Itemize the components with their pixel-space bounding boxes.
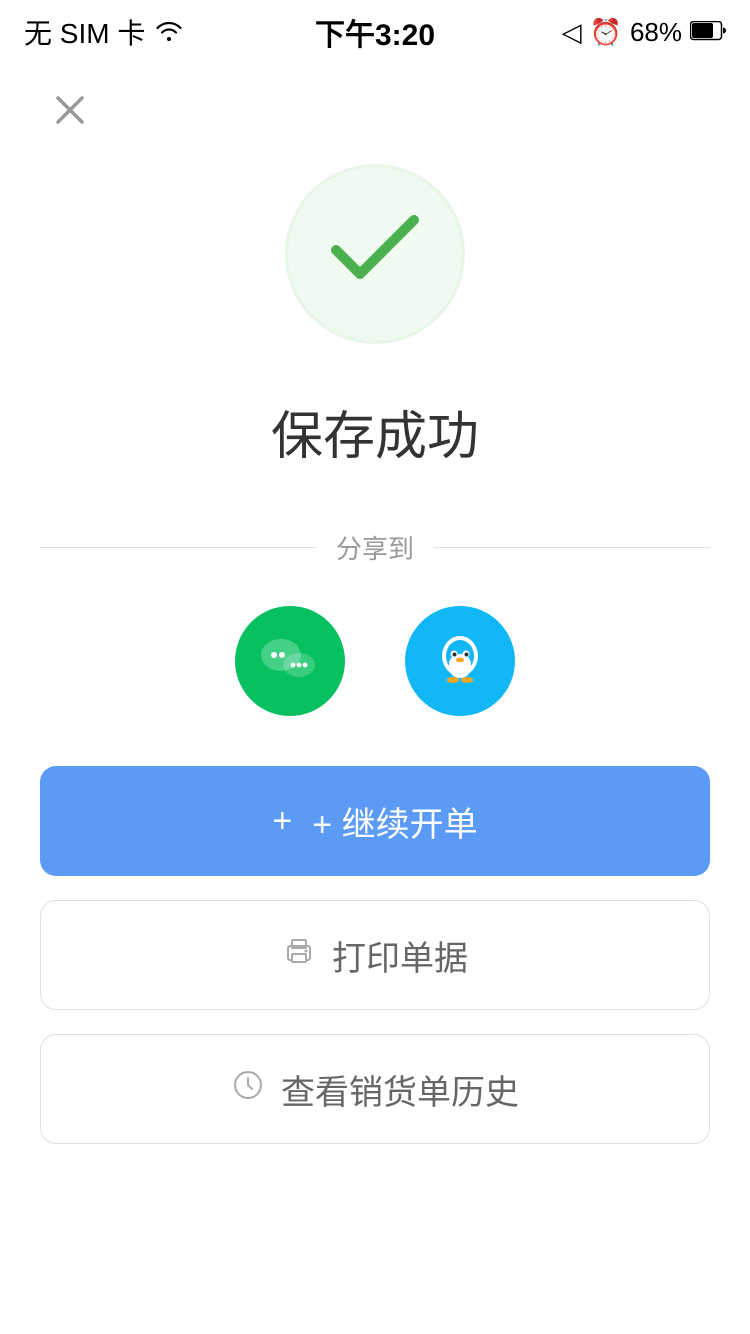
check-icon (330, 209, 420, 299)
no-sim-text: 无 SIM 卡 (24, 12, 145, 52)
battery-percent: 68% (630, 17, 682, 48)
continue-label: + 继续开单 (312, 797, 477, 846)
share-divider: 分享到 (40, 529, 710, 566)
success-title: 保存成功 (271, 394, 479, 469)
main-content: 保存成功 分享到 (0, 64, 750, 1144)
location-icon: ◁ (562, 17, 582, 48)
print-label: 打印单据 (332, 931, 468, 980)
share-section: 分享到 (0, 529, 750, 716)
share-wechat-button[interactable] (235, 606, 345, 716)
status-bar: 无 SIM 卡 下午3:20 ◁ ⏰ 68% (0, 0, 750, 64)
share-qq-button[interactable] (405, 606, 515, 716)
continue-button[interactable]: + + 继续开单 (40, 766, 710, 876)
share-buttons (40, 606, 710, 716)
share-label: 分享到 (336, 529, 414, 566)
history-icon (231, 1068, 265, 1111)
history-label: 查看销货单历史 (281, 1065, 519, 1114)
status-time: 下午3:20 (315, 10, 435, 54)
continue-icon: + (272, 802, 292, 841)
success-icon-circle (285, 164, 465, 344)
status-right: ◁ ⏰ 68% (562, 17, 726, 48)
battery-icon (690, 17, 726, 48)
history-button[interactable]: 查看销货单历史 (40, 1034, 710, 1144)
divider-line-right (434, 547, 710, 548)
print-button[interactable]: 打印单据 (40, 900, 710, 1010)
alarm-icon: ⏰ (590, 17, 622, 48)
status-left: 无 SIM 卡 (24, 12, 183, 52)
close-button[interactable] (40, 80, 100, 140)
wifi-icon (155, 16, 183, 48)
action-buttons: + + 继续开单 打印单据 查看销货单历 (0, 766, 750, 1144)
divider-line-left (40, 547, 316, 548)
print-icon (282, 934, 316, 977)
